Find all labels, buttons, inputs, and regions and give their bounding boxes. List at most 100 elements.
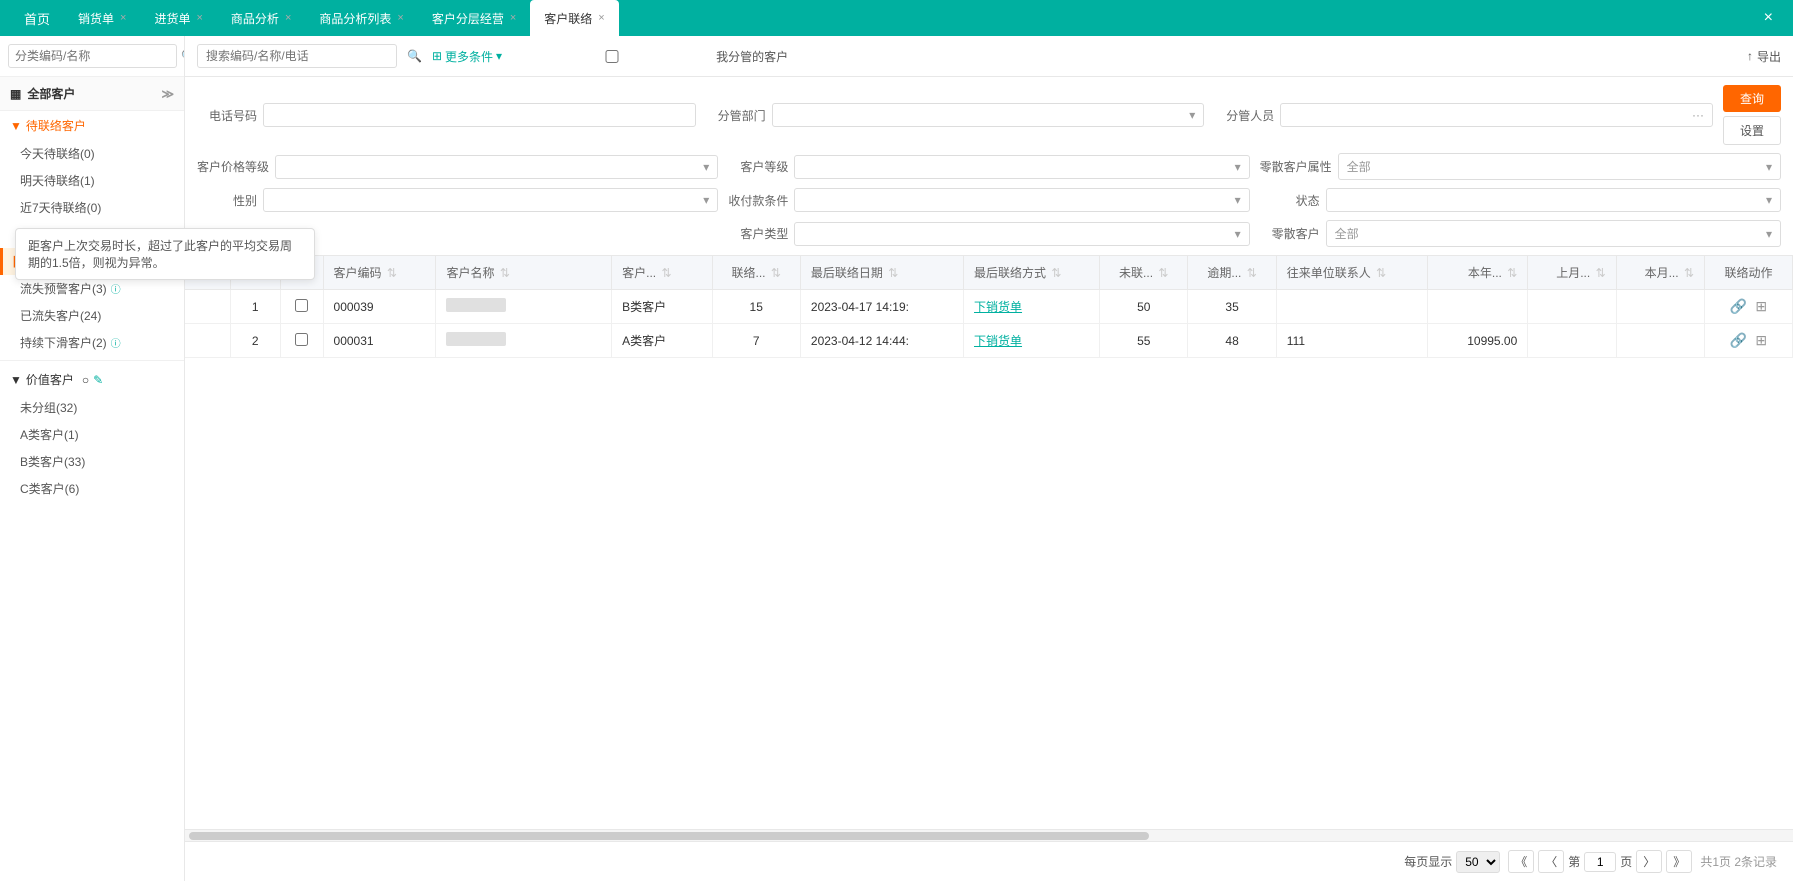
table-row: 2 000031 A类客户 7 2023-04-12 14:44: 下销货单: [185, 324, 1793, 358]
my-customer-checkbox[interactable]: 我分管的客户: [512, 48, 788, 65]
value-edit-icon[interactable]: ✎: [93, 373, 103, 387]
col-last-month[interactable]: 上月... ⇅: [1528, 256, 1616, 290]
status-dropdown[interactable]: ▾: [1326, 188, 1781, 212]
row1-link-icon[interactable]: 🔗: [1730, 298, 1747, 315]
page-number-input[interactable]: [1584, 852, 1616, 872]
row2-check[interactable]: [280, 324, 323, 358]
sidebar-collapse-button[interactable]: ≫: [161, 87, 174, 101]
horizontal-scrollbar[interactable]: [185, 829, 1793, 841]
settings-button[interactable]: 设置: [1723, 116, 1781, 145]
row2-lastmethod[interactable]: 下销货单: [964, 324, 1100, 358]
chevron-down-icon: ▾: [703, 160, 709, 174]
sidebar-item-ungroup[interactable]: 未分组(32): [0, 394, 184, 421]
row2-grid-icon[interactable]: ⊞: [1755, 332, 1767, 349]
filter-row-2: 客户价格等级 ▾ 客户等级 ▾ 零散客户属性 全部▾: [197, 153, 1781, 180]
nav-close-product-analysis[interactable]: ×: [285, 12, 291, 24]
nav-product-analysis[interactable]: 商品分析 ×: [217, 0, 305, 36]
query-button[interactable]: 查询: [1723, 85, 1781, 112]
sidebar-item-today-pending[interactable]: 今天待联络(0): [0, 140, 184, 167]
anomaly-tooltip: 距客户上次交易时长，超过了此客户的平均交易周期的1.5倍，则视为异常。: [15, 228, 185, 280]
customer-level-dropdown[interactable]: ▾: [794, 155, 1249, 179]
nav-customer-segmentation[interactable]: 客户分层经营 ×: [418, 0, 530, 36]
col-contact-count[interactable]: 联络... ⇅: [712, 256, 800, 290]
row1-lastmethod-link[interactable]: 下销货单: [974, 300, 1022, 314]
row1-num: 1: [230, 290, 280, 324]
customer-type-dropdown[interactable]: ▾: [794, 222, 1249, 246]
payment-dropdown[interactable]: ▾: [794, 188, 1249, 212]
price-level-dropdown[interactable]: ▾: [275, 155, 718, 179]
col-unit-contacts[interactable]: 往来单位联系人 ⇅: [1276, 256, 1427, 290]
per-page-select[interactable]: 50: [1456, 851, 1500, 873]
nav-close-customer-contact[interactable]: ×: [598, 12, 604, 24]
dept-dropdown[interactable]: ▾: [772, 103, 1205, 127]
row1-grid-icon[interactable]: ⊞: [1755, 298, 1767, 315]
window-close-button[interactable]: ×: [1754, 9, 1783, 27]
gender-dropdown[interactable]: ▾: [263, 188, 718, 212]
sidebar-item-churned[interactable]: 已流失客户(24): [0, 302, 184, 329]
nav-close-product-analysis-list[interactable]: ×: [397, 12, 403, 24]
sort-icon-code: ⇅: [387, 266, 397, 280]
search-button[interactable]: 🔍: [407, 49, 422, 63]
col-last-contact-date[interactable]: 最后联络日期 ⇅: [800, 256, 963, 290]
customer-type-field: 客户类型 ▾: [728, 222, 1249, 246]
nav-close-purchase[interactable]: ×: [196, 12, 202, 24]
row2-checkbox[interactable]: [295, 333, 308, 346]
nav-close-sales[interactable]: ×: [120, 12, 126, 24]
sidebar-item-tomorrow-pending[interactable]: 明天待联络(1): [0, 167, 184, 194]
row1-name: [436, 290, 612, 324]
row1-lastmethod[interactable]: 下销货单: [964, 290, 1100, 324]
nav-product-analysis-list[interactable]: 商品分析列表 ×: [305, 0, 417, 36]
customer-level-field: 客户等级 ▾: [728, 155, 1249, 179]
col-action: 联络动作: [1705, 256, 1793, 290]
scroll-thumb[interactable]: [189, 832, 1149, 840]
retail-customer-dropdown[interactable]: 全部▾: [1326, 220, 1781, 247]
chevron-down-icon: ▾: [1189, 108, 1195, 122]
row2-lastmethod-link[interactable]: 下销货单: [974, 334, 1022, 348]
my-customer-check[interactable]: [512, 50, 712, 63]
row2-link-icon[interactable]: 🔗: [1730, 332, 1747, 349]
first-page-button[interactable]: 《: [1508, 850, 1534, 873]
data-table-wrapper: ⚙ 客户编码 ⇅ 客户名称 ⇅: [185, 256, 1793, 829]
nav-purchase[interactable]: 进货单 ×: [140, 0, 216, 36]
row1-check[interactable]: [280, 290, 323, 324]
manager-dropdown[interactable]: ···: [1280, 103, 1713, 127]
chevron-down-icon: ▾: [1235, 193, 1241, 207]
advanced-filter: 电话号码 分管部门 ▾ 分管人员 ··· 查询 设置: [185, 77, 1793, 256]
customers-icon: ▦: [10, 87, 21, 101]
value-group-header[interactable]: ▼ 价值客户 ○ ✎: [0, 365, 184, 394]
phone-input[interactable]: [263, 103, 696, 127]
more-conditions-button[interactable]: ⊞ 更多条件 ▾: [432, 48, 502, 65]
customers-table: ⚙ 客户编码 ⇅ 客户名称 ⇅: [185, 256, 1793, 358]
retail-attr-dropdown[interactable]: 全部▾: [1338, 153, 1781, 180]
price-level-field: 客户价格等级 ▾: [197, 155, 718, 179]
col-customer-type[interactable]: 客户... ⇅: [612, 256, 712, 290]
sidebar-item-declining[interactable]: 持续下滑客户(2) ⓘ: [0, 329, 184, 356]
col-name[interactable]: 客户名称 ⇅: [436, 256, 612, 290]
nav-customer-contact[interactable]: 客户联络 ×: [530, 0, 618, 36]
row1-contact: 15: [712, 290, 800, 324]
col-unreached[interactable]: 未联... ⇅: [1100, 256, 1188, 290]
sidebar-search-input[interactable]: [8, 44, 177, 68]
sidebar-search-area: 🔍: [0, 36, 184, 77]
col-year-amount[interactable]: 本年... ⇅: [1427, 256, 1527, 290]
col-this-month[interactable]: 本月... ⇅: [1616, 256, 1704, 290]
value-radio1[interactable]: ○: [82, 373, 89, 387]
nav-sales[interactable]: 销货单 ×: [64, 0, 140, 36]
col-code[interactable]: 客户编码 ⇅: [323, 256, 436, 290]
nav-home[interactable]: 首页: [10, 0, 64, 36]
search-input[interactable]: [197, 44, 397, 68]
prev-page-button[interactable]: 〈: [1538, 850, 1564, 873]
sidebar-item-class-c[interactable]: C类客户(6): [0, 475, 184, 502]
row1-checkbox[interactable]: [295, 299, 308, 312]
col-last-contact-method[interactable]: 最后联络方式 ⇅: [964, 256, 1100, 290]
sidebar-item-week-pending[interactable]: 近7天待联络(0): [0, 194, 184, 221]
sort-icon-contacts: ⇅: [1376, 266, 1386, 280]
sidebar-item-class-b[interactable]: B类客户(33): [0, 448, 184, 475]
col-overdue[interactable]: 逾期... ⇅: [1188, 256, 1276, 290]
nav-close-customer-segmentation[interactable]: ×: [510, 12, 516, 24]
export-button[interactable]: ↑ 导出: [1747, 48, 1781, 65]
next-page-button[interactable]: 〉: [1636, 850, 1662, 873]
sidebar-item-class-a[interactable]: A类客户(1): [0, 421, 184, 448]
last-page-button[interactable]: 》: [1666, 850, 1692, 873]
pending-group-header[interactable]: ▼ 待联络客户: [0, 111, 184, 140]
